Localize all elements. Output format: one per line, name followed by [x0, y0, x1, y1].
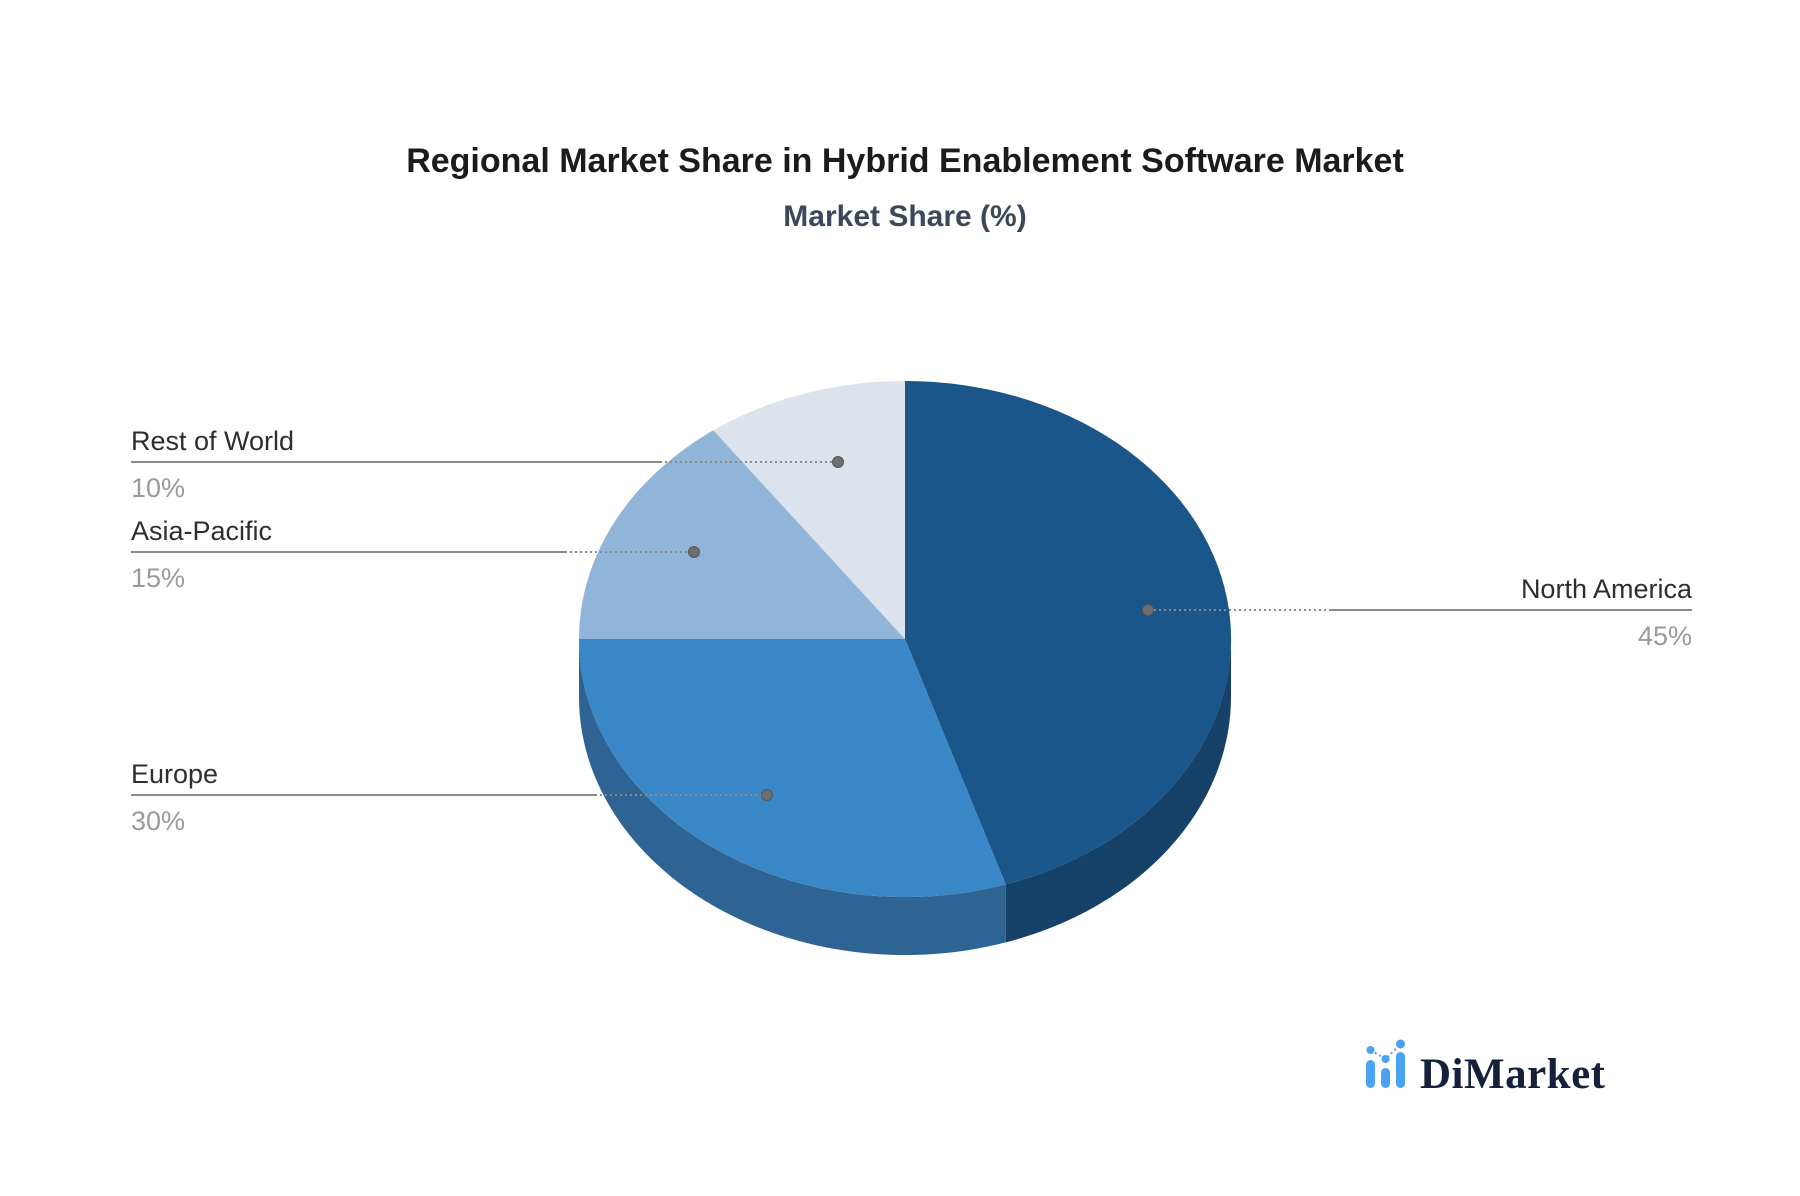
- slice-label-asia-pacific: Asia-Pacific: [131, 516, 272, 546]
- chart-canvas: Regional Market Share in Hybrid Enableme…: [0, 0, 1800, 1196]
- logo-bar-middle: [1381, 1068, 1390, 1088]
- slice-percent-north-america: 45%: [1638, 621, 1692, 651]
- slice-percent-europe: 30%: [131, 806, 185, 836]
- dimarket-logo: DiMarket: [1366, 1039, 1606, 1098]
- bar-chart-logo-icon: [1366, 1039, 1405, 1088]
- chart-subtitle: Market Share (%): [783, 200, 1026, 233]
- slice-label-europe: Europe: [131, 759, 218, 789]
- pie-top-faces: [579, 381, 1232, 898]
- logo-bar-left: [1366, 1060, 1375, 1088]
- leader-dot-rest-of-world: [832, 456, 844, 468]
- logo-dot-middle: [1381, 1055, 1390, 1063]
- slice-percent-asia-pacific: 15%: [131, 563, 185, 593]
- logo-wordmark: DiMarket: [1420, 1051, 1606, 1098]
- chart-title: Regional Market Share in Hybrid Enableme…: [406, 142, 1404, 180]
- slice-percent-rest-of-world: 10%: [131, 473, 185, 503]
- logo-dot-left: [1366, 1046, 1375, 1054]
- pie-chart: Regional Market Share in Hybrid Enableme…: [131, 142, 1693, 1098]
- slice-label-north-america: North America: [1521, 574, 1693, 604]
- slice-label-rest-of-world: Rest of World: [131, 426, 294, 456]
- leader-dot-north-america: [1142, 604, 1154, 616]
- leader-dot-europe: [761, 789, 773, 801]
- logo-bar-right: [1396, 1052, 1405, 1088]
- leader-dot-asia-pacific: [688, 546, 700, 558]
- logo-dot-right: [1396, 1039, 1405, 1049]
